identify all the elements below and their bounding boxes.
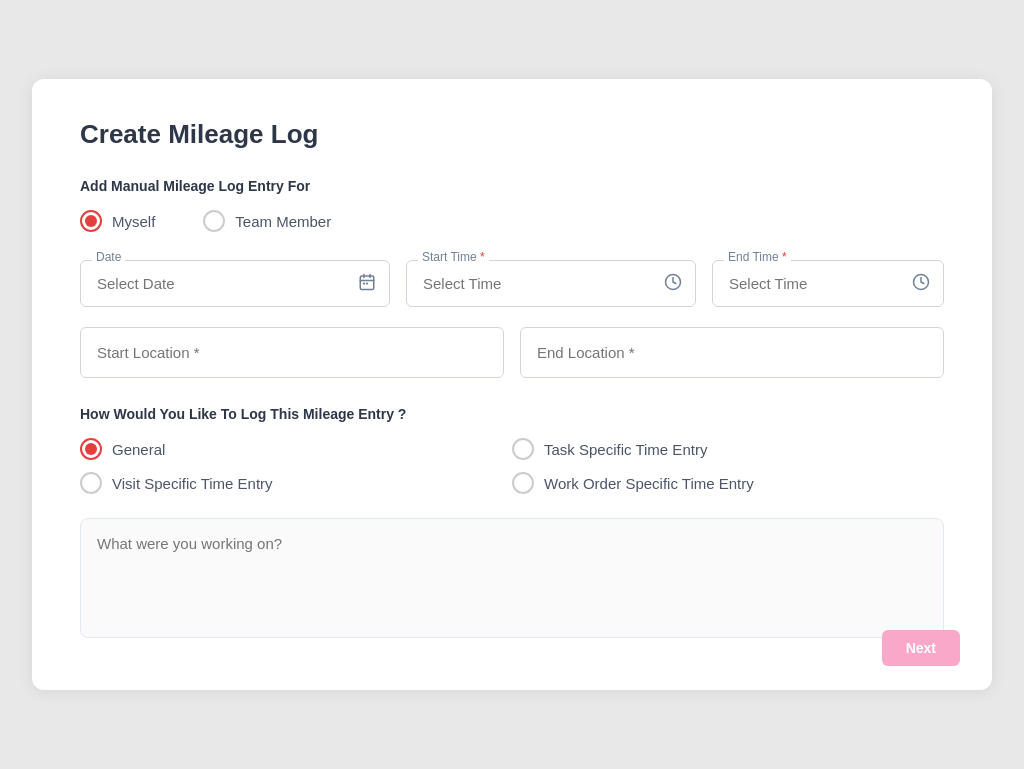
radio-visit-specific-label: Visit Specific Time Entry: [112, 475, 273, 492]
radio-general[interactable]: General: [80, 438, 512, 460]
end-location-input[interactable]: [520, 327, 944, 378]
radio-team-member[interactable]: Team Member: [203, 210, 331, 232]
radio-general-circle[interactable]: [80, 438, 102, 460]
page-title: Create Mileage Log: [80, 119, 944, 150]
date-floating-label: Date: [92, 250, 125, 264]
how-section-label: How Would You Like To Log This Mileage E…: [80, 406, 944, 422]
radio-work-order-specific[interactable]: Work Order Specific Time Entry: [512, 472, 944, 494]
entry-for-radio-group: Myself Team Member: [80, 210, 944, 232]
start-time-input-wrapper: [406, 260, 696, 307]
start-time-input[interactable]: [406, 260, 696, 307]
end-location-field: [520, 327, 944, 378]
working-on-textarea[interactable]: [80, 518, 944, 638]
how-radio-grid: General Task Specific Time Entry Visit S…: [80, 438, 944, 494]
radio-visit-specific[interactable]: Visit Specific Time Entry: [80, 472, 512, 494]
radio-task-specific[interactable]: Task Specific Time Entry: [512, 438, 944, 460]
radio-myself-circle[interactable]: [80, 210, 102, 232]
mileage-log-card: Create Mileage Log Add Manual Mileage Lo…: [32, 79, 992, 690]
radio-general-label: General: [112, 441, 165, 458]
radio-task-specific-label: Task Specific Time Entry: [544, 441, 707, 458]
start-location-input[interactable]: [80, 327, 504, 378]
next-button[interactable]: Next: [882, 630, 960, 666]
radio-work-order-specific-circle[interactable]: [512, 472, 534, 494]
radio-myself-label: Myself: [112, 213, 155, 230]
location-fields-row: [80, 327, 944, 378]
bottom-right-actions: Next: [882, 630, 960, 666]
end-time-field-group: End Time *: [712, 260, 944, 307]
radio-team-member-circle[interactable]: [203, 210, 225, 232]
how-section: How Would You Like To Log This Mileage E…: [80, 406, 944, 494]
end-time-input-wrapper: [712, 260, 944, 307]
radio-work-order-specific-label: Work Order Specific Time Entry: [544, 475, 754, 492]
date-input[interactable]: [80, 260, 390, 307]
date-field-group: Date: [80, 260, 390, 307]
end-time-input[interactable]: [712, 260, 944, 307]
start-time-field-group: Start Time *: [406, 260, 696, 307]
end-time-floating-label: End Time *: [724, 250, 791, 264]
radio-task-specific-circle[interactable]: [512, 438, 534, 460]
date-input-wrapper: [80, 260, 390, 307]
start-location-field: [80, 327, 504, 378]
radio-team-member-label: Team Member: [235, 213, 331, 230]
datetime-fields-row: Date Start Time *: [80, 260, 944, 307]
radio-myself[interactable]: Myself: [80, 210, 155, 232]
manual-entry-label: Add Manual Mileage Log Entry For: [80, 178, 944, 194]
radio-visit-specific-circle[interactable]: [80, 472, 102, 494]
start-time-floating-label: Start Time *: [418, 250, 489, 264]
